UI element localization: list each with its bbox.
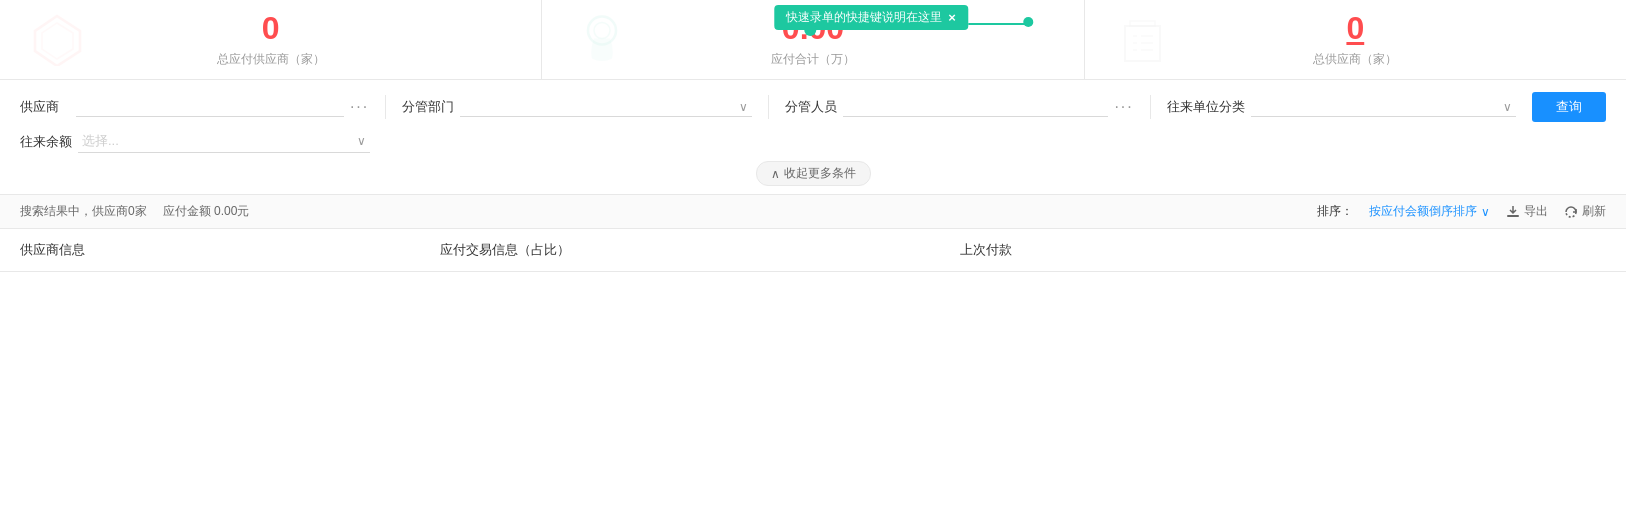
svg-marker-1 — [42, 23, 73, 59]
stat-payable-total: 快速录单的快捷键说明在这里 × 0.00 应付合计（万） — [542, 0, 1084, 79]
filter-row-1: 供应商 ··· 分管部门 ∨ 分管人员 ··· 往来单位分类 ∨ — [20, 92, 1606, 122]
tooltip-text: 快速录单的快捷键说明在这里 — [786, 9, 942, 26]
collapse-label: 收起更多条件 — [784, 165, 856, 182]
collapse-icon: ∧ — [771, 167, 780, 181]
department-select[interactable]: ∨ — [460, 98, 751, 117]
col-header-last-payment: 上次付款 — [960, 241, 1606, 259]
balance-placeholder: 选择... — [82, 132, 119, 150]
table-body — [0, 272, 1626, 515]
sort-value-label: 按应付会额倒序排序 — [1369, 203, 1477, 220]
stat-label-payable-suppliers: 总应付供应商（家） — [217, 51, 325, 68]
tooltip-dot — [1023, 17, 1033, 27]
filter-department: 分管部门 ∨ — [402, 98, 751, 117]
balance-label: 往来余额 — [20, 133, 72, 151]
stats-bar: 0 总应付供应商（家） 快速录单的快捷键说明在这里 × 0.00 应付合计（万） — [0, 0, 1626, 80]
collapse-row: ∧ 收起更多条件 — [20, 161, 1606, 186]
manager-dots-button[interactable]: ··· — [1114, 98, 1133, 116]
filter-bar: 供应商 ··· 分管部门 ∨ 分管人员 ··· 往来单位分类 ∨ — [0, 80, 1626, 195]
result-summary: 搜索结果中，供应商0家 应付金额 0.00元 — [20, 203, 249, 220]
result-actions: 排序： 按应付会额倒序排序 ∨ 导出 刷新 — [1317, 203, 1606, 220]
col-header-supplier-info: 供应商信息 — [20, 241, 440, 259]
filter-balance: 往来余额 选择... ∨ — [20, 130, 370, 153]
unit-category-select[interactable]: ∨ — [1251, 98, 1516, 117]
department-arrow: ∨ — [739, 100, 748, 114]
table-header: 供应商信息 应付交易信息（占比） 上次付款 — [0, 229, 1626, 272]
svg-point-3 — [594, 22, 610, 38]
col-header-payable-info: 应付交易信息（占比） — [440, 241, 960, 259]
stat-total-suppliers: 0 总供应商（家） — [1085, 0, 1626, 79]
refresh-button[interactable]: 刷新 — [1564, 203, 1606, 220]
stat-label-payable-total: 应付合计（万） — [771, 51, 855, 68]
divider-1 — [385, 95, 386, 119]
building-icon — [1115, 11, 1170, 69]
collapse-button[interactable]: ∧ 收起更多条件 — [756, 161, 871, 186]
unit-category-label: 往来单位分类 — [1167, 98, 1245, 116]
balance-arrow: ∨ — [357, 134, 366, 148]
bag-icon — [572, 8, 632, 71]
manager-input[interactable] — [843, 97, 1109, 117]
diamond-icon — [30, 11, 85, 69]
sort-arrow: ∨ — [1481, 205, 1490, 219]
sort-select[interactable]: 按应付会额倒序排序 ∨ — [1369, 203, 1490, 220]
svg-rect-12 — [1507, 215, 1519, 217]
balance-select[interactable]: 选择... ∨ — [78, 130, 370, 153]
refresh-icon — [1564, 205, 1578, 219]
supplier-dots-button[interactable]: ··· — [350, 98, 369, 116]
divider-2 — [768, 95, 769, 119]
stat-number-payable-suppliers: 0 — [262, 11, 280, 46]
filter-supplier: 供应商 ··· — [20, 97, 369, 117]
supplier-count-label: 搜索结果中，供应商0家 — [20, 203, 147, 220]
stat-number-total-suppliers: 0 — [1346, 11, 1364, 46]
filter-row-2: 往来余额 选择... ∨ — [20, 130, 370, 153]
supplier-label: 供应商 — [20, 98, 70, 116]
tooltip-close-button[interactable]: × — [948, 10, 956, 25]
unit-category-arrow: ∨ — [1503, 100, 1512, 114]
query-button[interactable]: 查询 — [1532, 92, 1606, 122]
sort-prefix-label: 排序： — [1317, 203, 1353, 220]
supplier-input[interactable] — [76, 97, 344, 117]
tooltip-bubble: 快速录单的快捷键说明在这里 × — [774, 5, 968, 30]
result-bar: 搜索结果中，供应商0家 应付金额 0.00元 排序： 按应付会额倒序排序 ∨ 导… — [0, 195, 1626, 229]
amount-label: 应付金额 0.00元 — [163, 203, 250, 220]
stat-total-payable-suppliers: 0 总应付供应商（家） — [0, 0, 542, 79]
export-button[interactable]: 导出 — [1506, 203, 1548, 220]
svg-rect-5 — [1130, 21, 1155, 26]
filter-manager: 分管人员 ··· — [785, 97, 1134, 117]
stat-label-total-suppliers: 总供应商（家） — [1313, 51, 1397, 68]
filter-unit-category: 往来单位分类 ∨ — [1167, 98, 1516, 117]
department-label: 分管部门 — [402, 98, 454, 116]
manager-label: 分管人员 — [785, 98, 837, 116]
export-icon — [1506, 205, 1520, 219]
divider-3 — [1150, 95, 1151, 119]
tooltip-line — [968, 23, 1028, 25]
